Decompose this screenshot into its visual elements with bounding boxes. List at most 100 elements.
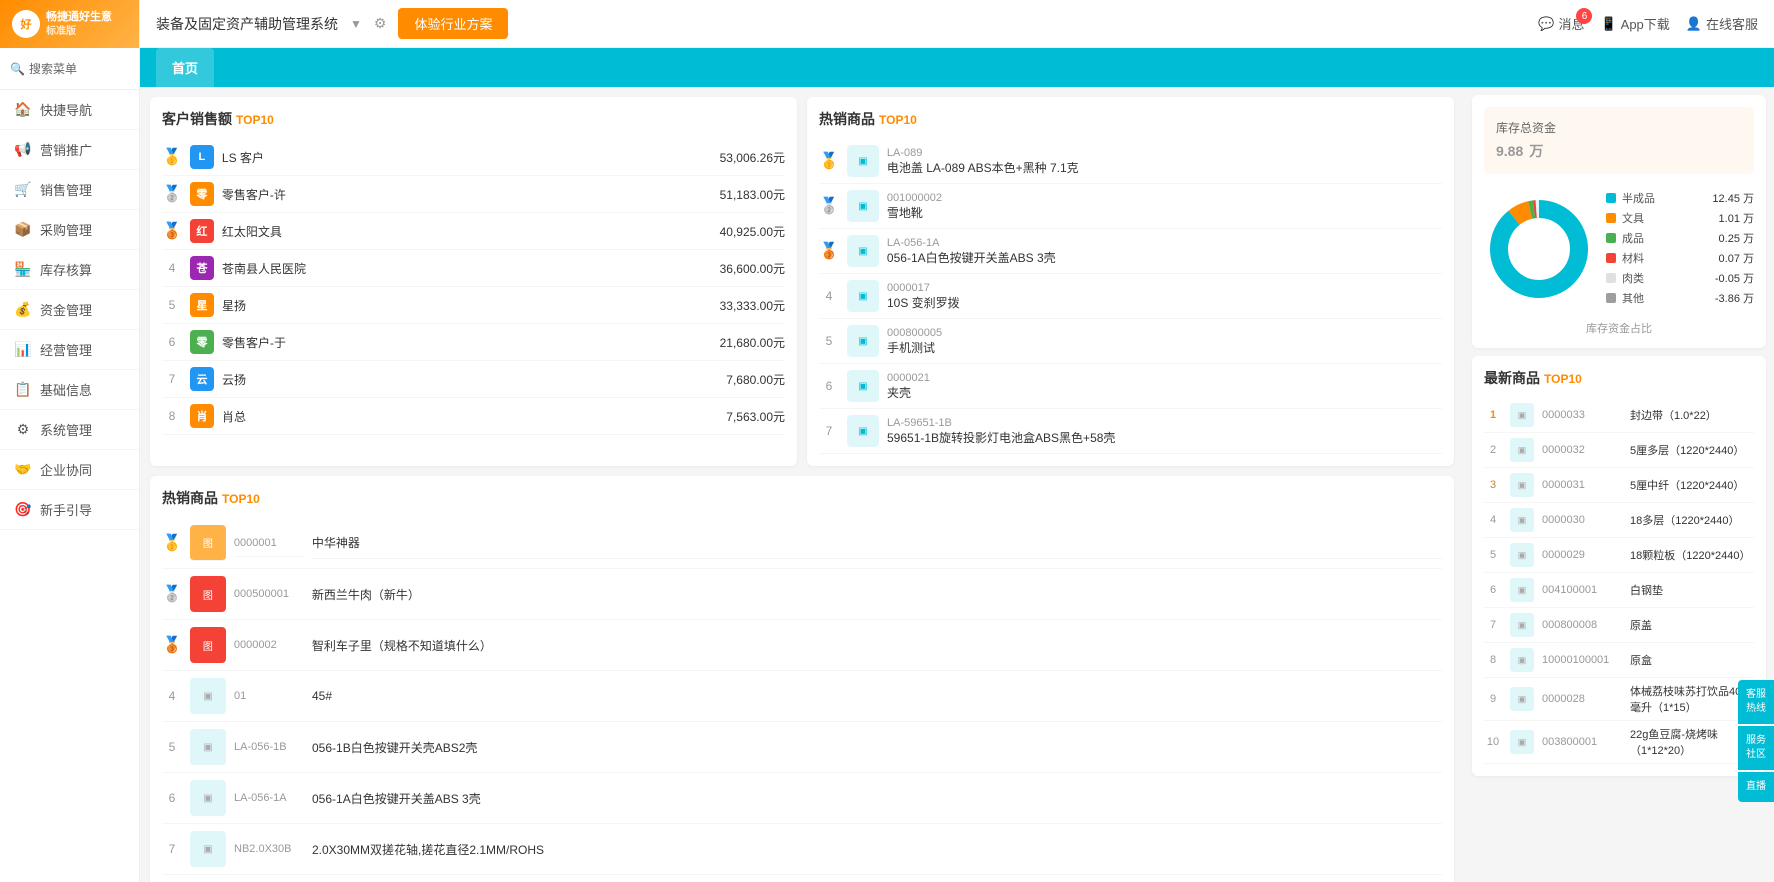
legend-dot-meat	[1606, 273, 1616, 283]
sidebar-item-operations[interactable]: 📊 经营管理	[0, 330, 139, 370]
marketing-icon: 📢	[14, 141, 32, 158]
prod-medal-3: 🥉	[819, 241, 839, 261]
sidebar-item-purchase[interactable]: 📦 采购管理	[0, 210, 139, 250]
dropdown-arrow[interactable]: ▼	[350, 17, 362, 31]
main-area: 装备及固定资产辅助管理系统 ▼ ⚙ 体验行业方案 💬 消息 6 📱 App下载 …	[140, 0, 1774, 882]
legend-dot-semifinished	[1606, 193, 1616, 203]
newest-name-9: 体械荔枝味苏打饮品400毫升（1*15）	[1630, 683, 1754, 715]
legend-item: 材料 0.07 万	[1606, 250, 1754, 266]
newest-prod-row: 4 ▣ 0000030 18多层（1220*2440）	[1484, 503, 1754, 538]
sidebar: 好 畅捷通好生意 标准版 🔍 搜索菜单 🏠 快捷导航 📢 营销推广 🛒 销售管理…	[0, 0, 140, 882]
newest-code-1: 0000033	[1542, 409, 1622, 421]
product-rank-row: 🥇 ▣ LA-089 电池盖 LA-089 ABS本色+黑种 7.1克	[819, 139, 1442, 184]
operations-icon: 📊	[14, 341, 32, 358]
customer-name-5: 星扬	[222, 297, 712, 314]
hot-products-title: 热销商品	[162, 488, 218, 508]
inventory-summary: 库存总资金 9.88 万	[1484, 107, 1754, 174]
search-menu-btn[interactable]: 🔍 搜索菜单	[10, 56, 129, 81]
prod-num-6: 6	[819, 379, 839, 393]
purchase-icon: 📦	[14, 221, 32, 238]
sidebar-item-system[interactable]: ⚙ 系统管理	[0, 410, 139, 450]
newest-name-5: 18颗粒板（1220*2440）	[1630, 547, 1754, 563]
newest-prod-row: 1 ▣ 0000033 封边带（1.0*22）	[1484, 398, 1754, 433]
sidebar-item-guide[interactable]: 🎯 新手引导	[0, 490, 139, 530]
newest-thumb-6: ▣	[1510, 578, 1534, 602]
message-btn[interactable]: 💬 消息 6	[1538, 14, 1584, 33]
hot-row: 5 ▣ LA-056-1B 056-1B白色按键开关壳ABS2壳	[162, 722, 1442, 773]
newest-name-8: 原盒	[1630, 652, 1754, 668]
customer-value-3: 40,925.00元	[720, 223, 785, 240]
sidebar-item-marketing[interactable]: 📢 营销推广	[0, 130, 139, 170]
hot-num-6: 6	[162, 791, 182, 805]
customer-badge-1: L	[190, 145, 214, 169]
hot-products-header: 热销商品 TOP10	[162, 488, 1442, 508]
newest-code-3: 0000031	[1542, 479, 1622, 491]
hot-name-4: 45#	[312, 689, 1442, 703]
customer-badge-3: 红	[190, 219, 214, 243]
sidebar-item-inventory[interactable]: 🏪 库存核算	[0, 250, 139, 290]
legend-item: 其他 -3.86 万	[1606, 290, 1754, 306]
prod-thumb-4: ▣	[847, 280, 879, 312]
rank-num-6: 6	[162, 335, 182, 349]
hot-row: 7 ▣ NB2.0X30B 2.0X30MM双搓花轴,搓花直径2.1MM/ROH…	[162, 824, 1442, 875]
hot-img-6: ▣	[190, 780, 226, 816]
newest-name-1: 封边带（1.0*22）	[1630, 407, 1754, 423]
message-icon: 💬	[1538, 16, 1554, 32]
rank-medal-2: 🥈	[162, 184, 182, 204]
hot-img-1: 图	[190, 525, 226, 561]
gear-icon[interactable]: ⚙	[374, 15, 387, 32]
hot-num-5: 5	[162, 740, 182, 754]
prod-info-2: 001000002 雪地靴	[887, 192, 1442, 221]
sidebar-item-finance[interactable]: 💰 资金管理	[0, 290, 139, 330]
legend-item: 肉类 -0.05 万	[1606, 270, 1754, 286]
hot-row: 6 ▣ LA-056-1A 056-1A白色按键开关盖ABS 3壳	[162, 773, 1442, 824]
customer-rank-row: 🥈 零 零售客户-许 51,183.00元	[162, 176, 785, 213]
hot-name-1: 中华神器	[312, 527, 1442, 559]
tab-home[interactable]: 首页	[156, 48, 214, 87]
newest-name-3: 5厘中纤（1220*2440）	[1630, 477, 1754, 493]
shortcuts-icon: 🏠	[14, 101, 32, 118]
trial-button[interactable]: 体验行业方案	[398, 8, 508, 39]
online-service-btn[interactable]: 👤 在线客服	[1686, 14, 1758, 33]
legend-dot-finished	[1606, 233, 1616, 243]
float-btn-service[interactable]: 客服 热线	[1738, 680, 1774, 724]
logo-icon: 好	[12, 10, 40, 38]
float-btn-community[interactable]: 服务 社区	[1738, 726, 1774, 770]
customer-rank-row: 4 苍 苍南县人民医院 36,600.00元	[162, 250, 785, 287]
float-btn-live[interactable]: 直播	[1738, 772, 1774, 802]
hot-code-5: LA-056-1B	[234, 741, 304, 753]
customer-badge-5: 星	[190, 293, 214, 317]
donut-chart-container: 半成品 12.45 万 文具 1.01 万 成品 0.25 万	[1484, 182, 1754, 318]
legend-dot-other	[1606, 293, 1616, 303]
newest-prod-row: 8 ▣ 10000100001 原盒	[1484, 643, 1754, 678]
prod-info-7: LA-59651-1B 59651-1B旋转投影灯电池盒ABS黑色+58壳	[887, 417, 1442, 446]
newest-code-6: 004100001	[1542, 584, 1622, 596]
legend-item: 成品 0.25 万	[1606, 230, 1754, 246]
newest-prod-row: 6 ▣ 004100001 白钢垫	[1484, 573, 1754, 608]
app-download-btn[interactable]: 📱 App下载	[1600, 14, 1669, 33]
prod-info-1: LA-089 电池盖 LA-089 ABS本色+黑种 7.1克	[887, 147, 1442, 176]
sidebar-item-cooperation[interactable]: 🤝 企业协同	[0, 450, 139, 490]
customer-name-8: 肖总	[222, 408, 718, 425]
hot-row: 8 ▣ 0000011 12070519-xs	[162, 875, 1442, 882]
sidebar-logo: 好 畅捷通好生意 标准版	[0, 0, 139, 48]
search-icon: 🔍	[10, 62, 25, 76]
sidebar-search[interactable]: 🔍 搜索菜单	[0, 48, 139, 90]
newest-num-3: 3	[1484, 479, 1502, 491]
product-rank-row: 5 ▣ 000800005 手机测试	[819, 319, 1442, 364]
sidebar-item-basics[interactable]: 📋 基础信息	[0, 370, 139, 410]
sidebar-item-shortcuts[interactable]: 🏠 快捷导航	[0, 90, 139, 130]
product-rank-list: 🥇 ▣ LA-089 电池盖 LA-089 ABS本色+黑种 7.1克 🥈 ▣	[819, 139, 1442, 454]
right-panel: 库存总资金 9.88 万	[1464, 87, 1774, 882]
hot-img-7: ▣	[190, 831, 226, 867]
newest-num-9: 9	[1484, 693, 1502, 705]
customer-rank-row: 5 星 星扬 33,333.00元	[162, 287, 785, 324]
newest-code-5: 0000029	[1542, 549, 1622, 561]
newest-thumb-1: ▣	[1510, 403, 1534, 427]
prod-medal-1: 🥇	[819, 151, 839, 171]
product-rank-row: 6 ▣ 0000021 夹壳	[819, 364, 1442, 409]
hot-name-7: 2.0X30MM双搓花轴,搓花直径2.1MM/ROHS	[312, 841, 1442, 858]
sidebar-item-sales[interactable]: 🛒 销售管理	[0, 170, 139, 210]
rank-num-4: 4	[162, 261, 182, 275]
donut-chart	[1484, 194, 1594, 307]
